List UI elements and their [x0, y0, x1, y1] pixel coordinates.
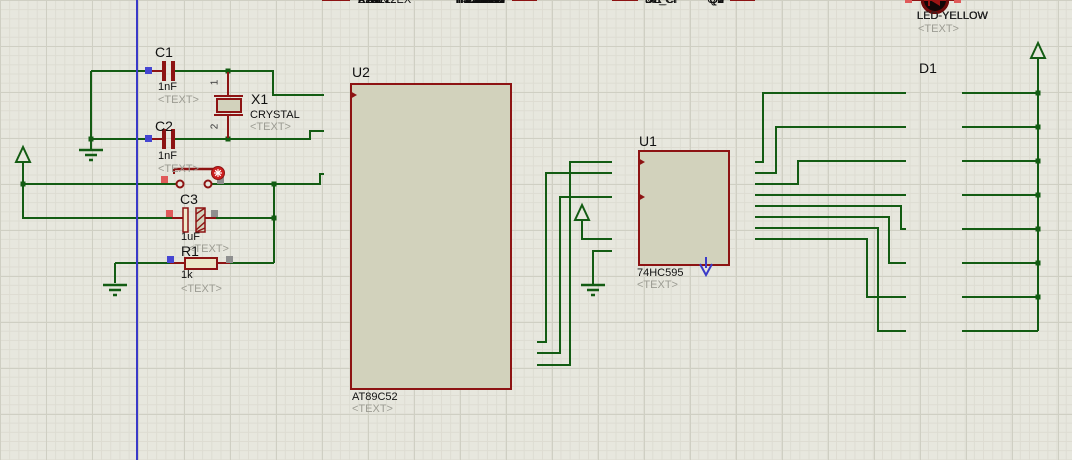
pin-name: P3.7/RD — [463, 0, 505, 6]
u2-part-number[interactable]: AT89C52 — [352, 391, 398, 403]
crystal-x1[interactable] — [214, 96, 243, 115]
u1-text-placeholder: <TEXT> — [637, 279, 678, 291]
r1-text-placeholder: <TEXT> — [181, 283, 222, 295]
pin-arrow-icons — [350, 91, 645, 201]
sheet-border-line — [136, 0, 138, 460]
u1-ref[interactable]: U1 — [639, 133, 657, 149]
u2-text-placeholder: <TEXT> — [352, 403, 393, 415]
x1-ref[interactable]: X1 — [251, 91, 268, 107]
x1-pin1-label: 1 — [209, 80, 220, 86]
pin-stub — [512, 0, 537, 1]
u2-ref[interactable]: U2 — [352, 64, 370, 80]
x1-pin2-label: 2 — [209, 124, 220, 130]
x1-value[interactable]: CRYSTAL — [250, 109, 300, 121]
pin-name: OE — [645, 0, 661, 6]
u1-ground-marker[interactable] — [700, 257, 712, 275]
resistor-r1[interactable] — [185, 258, 217, 269]
pin-name: P1.7 — [358, 0, 381, 6]
capacitor-c3[interactable] — [183, 208, 205, 232]
r1-ref[interactable]: R1 — [181, 243, 199, 259]
pin-stub — [612, 0, 638, 1]
wires-and-symbols-layer — [0, 0, 1072, 460]
capacitor-c1[interactable] — [162, 61, 175, 81]
x1-text-placeholder: <TEXT> — [250, 121, 291, 133]
c3-ref[interactable]: C3 — [180, 191, 198, 207]
r1-value[interactable]: 1k — [181, 269, 193, 281]
c2-value[interactable]: 1nF — [158, 150, 177, 162]
pin-stub — [730, 0, 755, 1]
c2-text-placeholder: <TEXT> — [158, 163, 199, 175]
pin-stub — [322, 0, 350, 1]
c3-value[interactable]: 1uF — [181, 231, 200, 243]
pin-name: Q7' — [707, 0, 724, 6]
d1-ref[interactable]: D1 — [919, 60, 937, 76]
led-type-label: LED-YELLOW — [917, 10, 988, 22]
led-terminal-right[interactable] — [954, 0, 961, 3]
c2-ref[interactable]: C2 — [155, 118, 173, 134]
u1-part-number[interactable]: 74HC595 — [637, 267, 683, 279]
c1-text-placeholder: <TEXT> — [158, 94, 199, 106]
schematic-canvas: 19 XTAL1 18 XTAL2 9 RST 29 PSEN 30 — [0, 0, 1072, 460]
c1-value[interactable]: 1nF — [158, 81, 177, 93]
c1-ref[interactable]: C1 — [155, 44, 173, 60]
led-terminal-left[interactable] — [905, 0, 912, 3]
led-text-placeholder: <TEXT> — [918, 23, 959, 35]
